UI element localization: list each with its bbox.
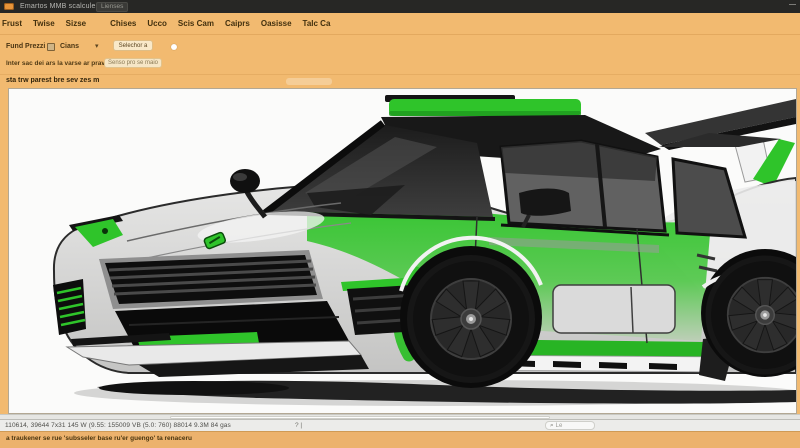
- tool-value-input[interactable]: Selechor a: [113, 40, 153, 51]
- menu-item-2[interactable]: Sizse: [66, 19, 86, 28]
- document-tab-label[interactable]: sta trw parest bre sev zes m: [6, 77, 99, 84]
- menu-item-4[interactable]: Ucco: [147, 19, 167, 28]
- roof-light-bar: [385, 95, 581, 116]
- status-info-text: 110614, 39644 7x31 145 W (9.55: 155009 V…: [5, 422, 231, 429]
- search-icon: ⌕: [550, 422, 554, 429]
- brush-tool-icon[interactable]: [47, 43, 55, 51]
- menu-item-1[interactable]: Twise: [33, 19, 55, 28]
- menu-item-6[interactable]: Caiprs: [225, 19, 250, 28]
- front-wheel: [407, 255, 535, 383]
- title-bar: Emartos MMB scalcules Lienses —: [0, 0, 800, 13]
- menu-bar: Frust Twise Sizse Chises Ucco Scis Cam C…: [0, 13, 800, 35]
- color-dot-button[interactable]: [171, 44, 177, 50]
- search-input[interactable]: ⌕ Le: [545, 421, 595, 430]
- quarter-window: [671, 157, 748, 239]
- tool-action-button[interactable]: Senso pro se maio: [104, 58, 162, 68]
- zoom-indicator[interactable]: ? |: [295, 422, 302, 429]
- minimize-button[interactable]: —: [789, 0, 796, 9]
- document-tab-ghost: [286, 78, 332, 85]
- image-canvas[interactable]: [8, 88, 797, 414]
- bottom-message-bar: a traukener se rue 'subsseler base ru'er…: [0, 431, 800, 448]
- front-grille: [99, 250, 323, 309]
- window-title: Emartos MMB scalcules: [20, 3, 100, 10]
- menu-item-3[interactable]: Chises: [110, 19, 136, 28]
- ground-shadow: [74, 380, 796, 406]
- bottom-message: a traukener se rue 'subsseler base ru'er…: [6, 435, 192, 442]
- chevron-down-icon[interactable]: ▾: [95, 42, 99, 50]
- status-bar: 110614, 39644 7x31 145 W (9.55: 155009 V…: [0, 419, 800, 431]
- tool-mode-select[interactable]: Cians: [60, 43, 79, 50]
- menu-item-0[interactable]: Frust: [2, 19, 22, 28]
- tool-options-bar: Fund Prezzi Cians ▾ Selechor a Inter sac…: [0, 35, 800, 75]
- menu-item-5[interactable]: Scis Cam: [178, 19, 214, 28]
- document-tab-line: sta trw parest bre sev zes m: [0, 75, 800, 88]
- window-badge: Lienses: [96, 2, 129, 12]
- car-illustration: [52, 95, 796, 406]
- tool-hint-text: Inter sac dei ars la varse ar pravon: [6, 60, 113, 67]
- app-icon: [4, 3, 14, 10]
- menu-item-8[interactable]: Talc Ca: [303, 19, 331, 28]
- menu-item-7[interactable]: Oasisse: [261, 19, 292, 28]
- corner-intake: [53, 279, 86, 335]
- search-text: Le: [555, 423, 563, 429]
- tool-options-label: Fund Prezzi: [6, 43, 46, 50]
